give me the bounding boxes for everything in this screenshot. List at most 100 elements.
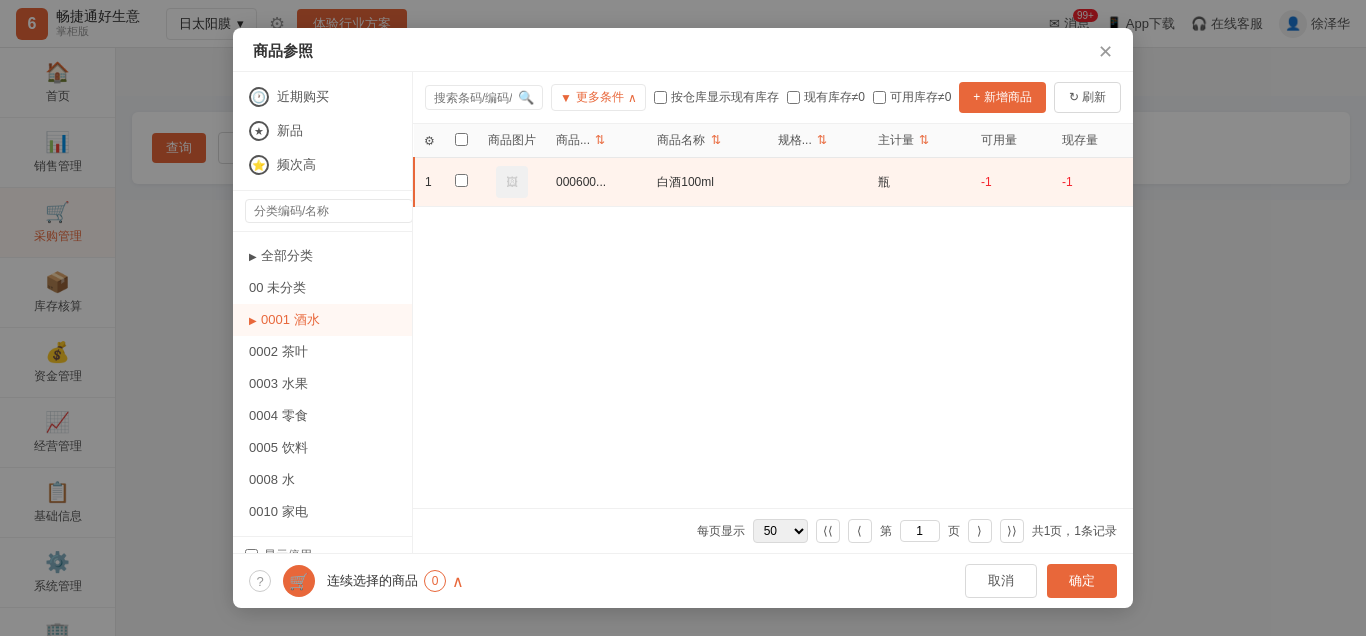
selected-count-badge: 0 (424, 570, 446, 592)
category-all-label: 全部分类 (261, 247, 313, 265)
th-check[interactable] (445, 124, 478, 158)
filter-more-label: 更多条件 (576, 89, 624, 106)
page-label: 第 (880, 523, 892, 540)
modal-close-btn[interactable]: ✕ (1098, 43, 1113, 61)
product-image: 🖼 (496, 166, 528, 198)
page-label-end: 页 (948, 523, 960, 540)
th-spec-label: 规格... (778, 133, 812, 147)
th-name-label: 商品名称 (657, 133, 705, 147)
sort-icon-code: ⇅ (595, 133, 605, 147)
help-icon[interactable]: ? (249, 570, 271, 592)
select-all-checkbox[interactable] (455, 133, 468, 146)
category-0002[interactable]: 0002 茶叶 (233, 336, 412, 368)
th-stock: 现存量 (1052, 124, 1133, 158)
category-0005[interactable]: 0005 饮料 (233, 432, 412, 464)
th-spec[interactable]: 规格... ⇅ (768, 124, 868, 158)
cancel-btn[interactable]: 取消 (965, 564, 1037, 598)
quick-recent-label: 近期购买 (277, 88, 329, 106)
row-unit: 瓶 (868, 158, 971, 207)
available-filter-checkbox[interactable] (787, 91, 800, 104)
quick-new-label: 新品 (277, 122, 303, 140)
chevron-up-icon: ∧ (628, 91, 637, 105)
refresh-btn[interactable]: ↻ 刷新 (1054, 82, 1121, 113)
row-spec (768, 158, 868, 207)
category-search-area: 🔍 《 (233, 191, 412, 232)
product-search-input[interactable] (434, 91, 512, 105)
quick-links-section: 🕐 近期购买 ★ 新品 ⭐ 频次高 (233, 72, 412, 191)
search-wrap: 🔍 (425, 85, 543, 110)
th-name[interactable]: 商品名称 ⇅ (647, 124, 767, 158)
first-page-btn[interactable]: ⟨⟨ (816, 519, 840, 543)
warehouse-filter-label[interactable]: 按仓库显示现有库存 (654, 89, 779, 106)
show-disabled-area: 显示停用 (233, 536, 412, 553)
product-reference-modal: 商品参照 ✕ 🕐 近期购买 ★ 新品 ⭐ 频次高 (233, 28, 1133, 608)
category-0003[interactable]: 0003 水果 (233, 368, 412, 400)
category-0001-label: 0001 酒水 (261, 311, 320, 329)
th-img: 商品图片 (478, 124, 546, 158)
available-filter-label[interactable]: 现有库存≠0 (787, 89, 865, 106)
category-0010-label: 0010 家电 (249, 503, 308, 521)
category-0004[interactable]: 0004 零食 (233, 400, 412, 432)
row-check[interactable] (445, 158, 478, 207)
collapse-footer-btn[interactable]: ∧ (452, 572, 464, 591)
row-num: 1 (414, 158, 445, 207)
last-page-btn[interactable]: ⟩⟩ (1000, 519, 1024, 543)
warehouse-filter-checkbox[interactable] (654, 91, 667, 104)
total-info: 共1页，1条记录 (1032, 523, 1117, 540)
add-product-btn[interactable]: + 新增商品 (959, 82, 1045, 113)
row-checkbox[interactable] (455, 174, 468, 187)
frequent-icon: ⭐ (249, 155, 269, 175)
category-all[interactable]: ▶ 全部分类 (233, 240, 412, 272)
category-0002-label: 0002 茶叶 (249, 343, 308, 361)
modal-title: 商品参照 (253, 42, 313, 61)
content-panel: 🔍 ▼ 更多条件 ∧ 按仓库显示现有库存 现有库存≠0 (413, 72, 1133, 553)
filter-more-btn[interactable]: ▼ 更多条件 ∧ (551, 84, 646, 111)
usable-filter-label[interactable]: 可用库存≠0 (873, 89, 951, 106)
th-code[interactable]: 商品... ⇅ (546, 124, 647, 158)
row-stock: -1 (1052, 158, 1133, 207)
cart-icon-btn[interactable]: 🛒 (283, 565, 315, 597)
category-search-input[interactable] (245, 199, 413, 223)
footer-actions: 取消 确定 (965, 564, 1117, 598)
modal-overlay: 商品参照 ✕ 🕐 近期购买 ★ 新品 ⭐ 频次高 (0, 0, 1366, 636)
th-gear[interactable]: ⚙ (414, 124, 445, 158)
quick-recent[interactable]: 🕐 近期购买 (233, 80, 412, 114)
new-icon: ★ (249, 121, 269, 141)
recent-icon: 🕐 (249, 87, 269, 107)
available-filter-text: 现有库存≠0 (804, 89, 865, 106)
current-page-input[interactable] (900, 520, 940, 542)
row-name: 白酒100ml (647, 158, 767, 207)
row-available: -1 (971, 158, 1052, 207)
category-00[interactable]: 00 未分类 (233, 272, 412, 304)
sort-icon-name: ⇅ (711, 133, 721, 147)
prev-page-btn[interactable]: ⟨ (848, 519, 872, 543)
modal-body: 🕐 近期购买 ★ 新品 ⭐ 频次高 🔍 《 (233, 72, 1133, 553)
th-unit[interactable]: 主计量 ⇅ (868, 124, 971, 158)
sort-icon-unit: ⇅ (919, 133, 929, 147)
table-body: 1 🖼 000600... 白酒100ml 瓶 -1 -1 (414, 158, 1133, 207)
filter-panel: 🕐 近期购买 ★ 新品 ⭐ 频次高 🔍 《 (233, 72, 413, 553)
category-0008[interactable]: 0008 水 (233, 464, 412, 496)
th-unit-label: 主计量 (878, 133, 914, 147)
th-available: 可用量 (971, 124, 1052, 158)
category-00-label: 00 未分类 (249, 279, 306, 297)
quick-frequent[interactable]: ⭐ 频次高 (233, 148, 412, 182)
pagination-bar: 每页显示 50 10 20 100 ⟨⟨ ⟨ 第 页 ⟩ ⟩⟩ 共1页，1条记录 (413, 508, 1133, 553)
confirm-btn[interactable]: 确定 (1047, 564, 1117, 598)
category-0001[interactable]: ▶ 0001 酒水 (233, 304, 412, 336)
next-page-btn[interactable]: ⟩ (968, 519, 992, 543)
quick-new[interactable]: ★ 新品 (233, 114, 412, 148)
page-size-select[interactable]: 50 10 20 100 (753, 519, 808, 543)
usable-filter-checkbox[interactable] (873, 91, 886, 104)
toolbar: 🔍 ▼ 更多条件 ∧ 按仓库显示现有库存 现有库存≠0 (413, 72, 1133, 124)
toolbar-right: + 新增商品 ↻ 刷新 (959, 82, 1121, 113)
continuous-select-label: 连续选择的商品 (327, 572, 418, 590)
table-row[interactable]: 1 🖼 000600... 白酒100ml 瓶 -1 -1 (414, 158, 1133, 207)
continuous-select-text: 连续选择的商品 0 ∧ (327, 570, 464, 592)
category-0004-label: 0004 零食 (249, 407, 308, 425)
row-code: 000600... (546, 158, 647, 207)
table-head: ⚙ 商品图片 商品... ⇅ 商品名称 ⇅ (414, 124, 1133, 158)
category-0010[interactable]: 0010 家电 (233, 496, 412, 528)
modal-footer: ? 🛒 连续选择的商品 0 ∧ 取消 确定 (233, 553, 1133, 608)
search-icon[interactable]: 🔍 (518, 90, 534, 105)
